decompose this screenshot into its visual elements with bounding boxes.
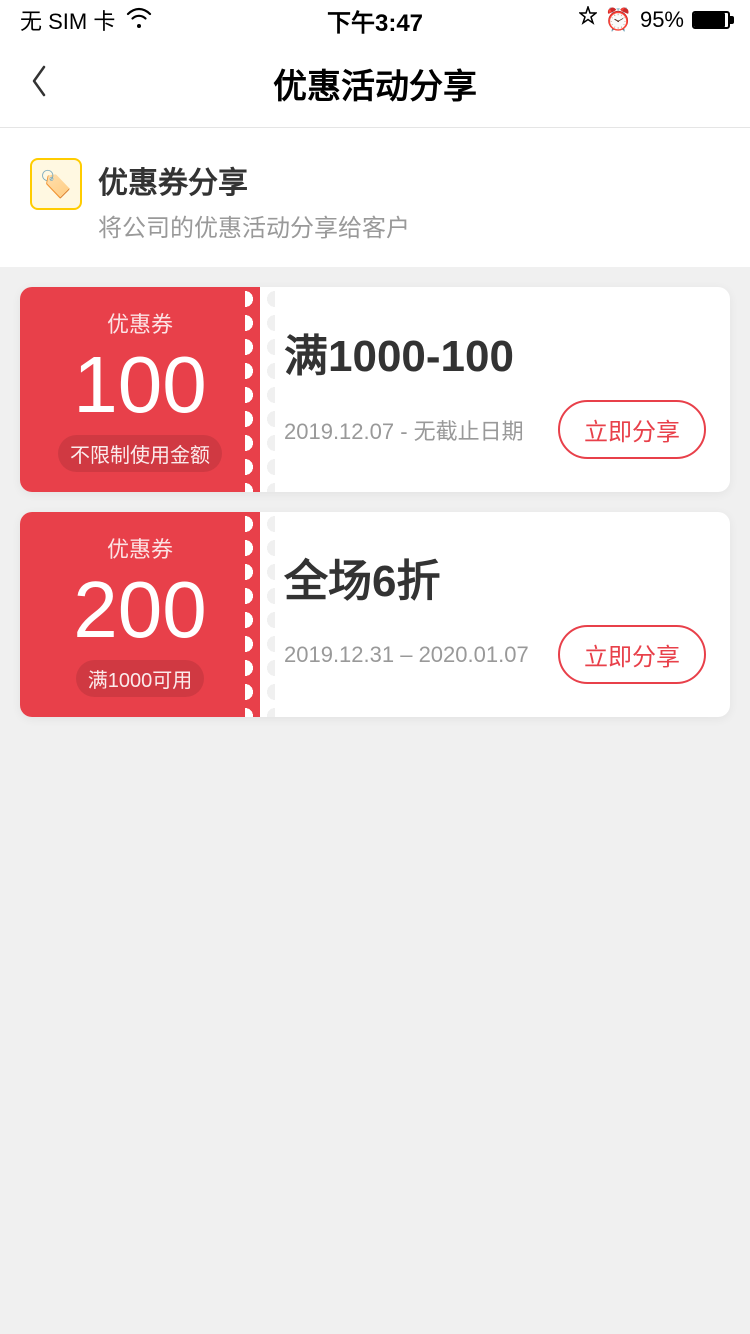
coupon-left-2: 优惠券 200 满1000可用 [20,512,260,717]
battery-icon [692,11,730,29]
section-header: 🏷️ 优惠券分享 将公司的优惠活动分享给客户 [0,128,750,267]
status-right: ⏰ 95% [579,6,730,34]
wifi-icon [125,6,153,34]
coupon-card-1: 优惠券 100 不限制使用金额 满1000-100 2019.12.07 - 无… [20,287,730,492]
coupon-card-2: 优惠券 200 满1000可用 全场6折 2019.12.31 – 2020.0… [20,512,730,717]
status-time: 下午3:47 [327,3,423,38]
share-button-2[interactable]: 立即分享 [558,625,706,684]
coupon-left-1: 优惠券 100 不限制使用金额 [20,287,260,492]
location-icon [579,6,597,34]
coupon-right-2: 全场6折 2019.12.31 – 2020.01.07 立即分享 [260,512,730,717]
status-left: 无 SIM 卡 [20,4,153,36]
empty-area [0,737,750,1237]
page-title: 优惠活动分享 [273,59,477,108]
coupon-date-row-2: 2019.12.31 – 2020.01.07 立即分享 [284,625,706,684]
nav-bar: 优惠活动分享 [0,40,750,128]
coupon-label-2: 优惠券 [107,532,173,564]
coupon-right-1: 满1000-100 2019.12.07 - 无截止日期 立即分享 [260,287,730,492]
section-subtitle: 将公司的优惠活动分享给客户 [98,208,410,243]
coupon-date-1: 2019.12.07 - 无截止日期 [284,414,524,446]
coupon-date-2: 2019.12.31 – 2020.01.07 [284,642,529,668]
coupon-list: 优惠券 100 不限制使用金额 满1000-100 2019.12.07 - 无… [0,267,750,737]
back-button[interactable] [28,61,52,107]
coupon-date-row-1: 2019.12.07 - 无截止日期 立即分享 [284,400,706,459]
battery-percent: 95% [640,7,684,33]
coupon-condition-2: 满1000可用 [76,660,205,697]
coupon-name-1: 满1000-100 [284,320,706,384]
coupon-amount-2: 200 [73,570,206,650]
share-button-1[interactable]: 立即分享 [558,400,706,459]
coupon-icon: 🏷️ [40,169,72,200]
coupon-amount-1: 100 [73,345,206,425]
alarm-icon: ⏰ [605,7,632,33]
coupon-name-2: 全场6折 [284,545,706,609]
section-icon: 🏷️ [30,158,82,210]
coupon-condition-1: 不限制使用金额 [58,435,222,472]
section-text: 优惠券分享 将公司的优惠活动分享给客户 [98,158,410,243]
coupon-label-1: 优惠券 [107,307,173,339]
status-bar: 无 SIM 卡 下午3:47 ⏰ 95% [0,0,750,40]
section-title: 优惠券分享 [98,158,410,202]
carrier-text: 无 SIM 卡 [20,4,115,36]
